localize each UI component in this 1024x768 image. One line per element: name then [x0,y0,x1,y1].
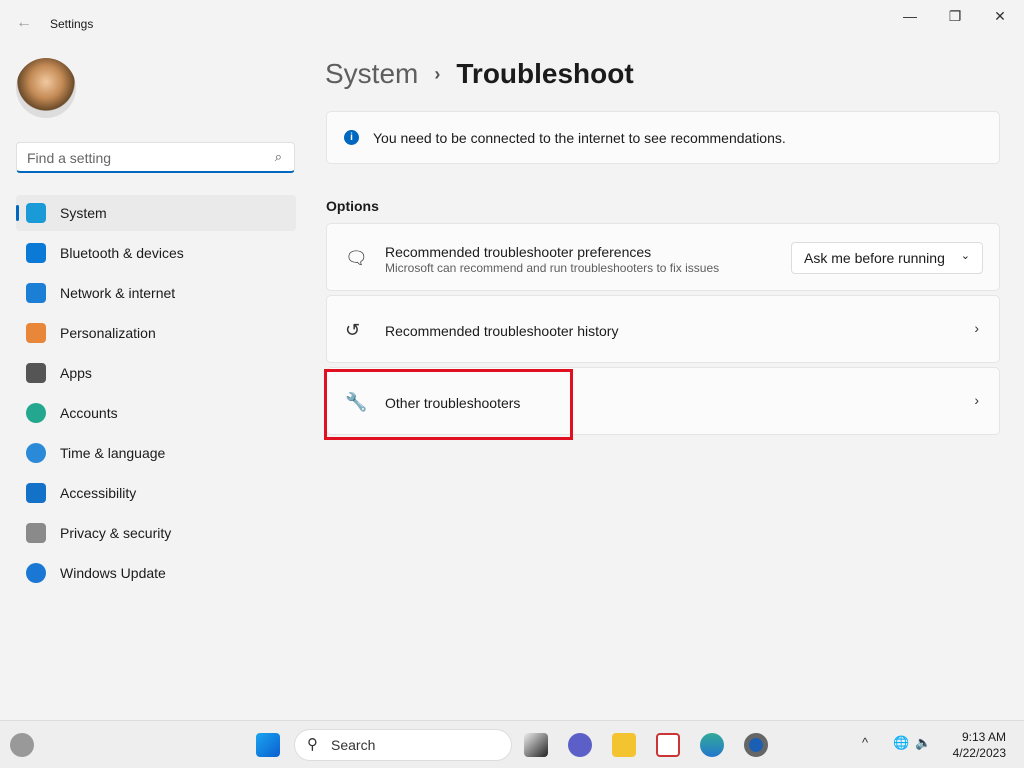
globe-icon[interactable]: 🌐 [893,735,909,751]
sidebar-item-time-language[interactable]: Time & language [16,435,296,471]
search-icon: ⌕ [274,149,282,164]
chevron-right-icon: › [974,320,979,336]
sidebar-item-label: Bluetooth & devices [60,245,184,261]
clock[interactable]: 9:13 AM 4/22/2023 [953,729,1006,761]
system-icon [26,203,46,223]
info-banner: i You need to be connected to the intern… [326,111,1000,164]
maximize-button[interactable]: ❐ [940,8,970,28]
info-icon: i [344,130,359,145]
sidebar-item-privacy-security[interactable]: Privacy & security [16,515,296,551]
chevron-down-icon: ⌄ [960,250,970,262]
row-title: Recommended troubleshooter preferences [385,244,652,260]
sidebar-item-apps[interactable]: Apps [16,355,296,391]
taskbar-search[interactable]: ⚲ Search [294,729,512,761]
chat-app-icon[interactable] [568,733,592,757]
search-placeholder: Find a setting [27,150,112,166]
options-heading: Options [326,198,379,214]
highlight-box [324,369,573,440]
settings-app-icon[interactable] [744,733,768,757]
breadcrumb-system[interactable]: System [325,58,418,90]
snipping-tool-icon[interactable] [656,733,680,757]
preference-dropdown[interactable]: Ask me before running ⌄ [791,242,983,274]
search-input[interactable]: Find a setting ⌕ [16,142,295,173]
troubleshooter-preferences-row: 🗨 Recommended troubleshooter preferences… [326,223,1000,291]
title-bar: ← Settings — ❐ ✕ [0,0,1024,48]
chevron-right-icon: › [434,63,441,84]
page-title: Troubleshoot [456,58,634,89]
paintbrush-icon [26,323,46,343]
weather-icon[interactable] [10,733,34,757]
update-icon [26,563,46,583]
troubleshooter-history-row[interactable]: ↺ Recommended troubleshooter history › [326,295,1000,363]
sidebar-nav: System Bluetooth & devices Network & inter… [16,195,296,595]
speaker-icon[interactable]: 🔈 [915,735,931,751]
minimize-button[interactable]: — [895,8,925,28]
file-explorer-icon[interactable] [612,733,636,757]
task-view-icon[interactable] [524,733,548,757]
time: 9:13 AM [961,730,1006,744]
taskbar-search-label: Search [331,737,376,753]
row-subtitle: Microsoft can recommend and run troubles… [385,261,720,275]
sidebar-item-label: Time & language [60,445,166,461]
history-icon: ↺ [345,320,361,340]
chat-icon: 🗨 [345,248,368,268]
sidebar-item-personalization[interactable]: Personalization [16,315,296,351]
wifi-icon [26,283,46,303]
apps-icon [26,363,46,383]
person-icon [26,403,46,423]
avatar[interactable] [16,58,76,118]
sidebar-item-windows-update[interactable]: Windows Update [16,555,296,591]
breadcrumb: System › Troubleshoot [325,58,634,90]
sidebar-item-label: Windows Update [60,565,166,581]
sidebar-item-bluetooth-devices[interactable]: Bluetooth & devices [16,235,296,271]
sidebar-item-label: Privacy & security [60,525,172,541]
sidebar-item-network-internet[interactable]: Network & internet [16,275,296,311]
info-text: You need to be connected to the internet… [373,130,786,146]
accessibility-icon [26,483,46,503]
sidebar-item-label: Personalization [60,325,156,341]
sidebar-item-accounts[interactable]: Accounts [16,395,296,431]
row-title: Recommended troubleshooter history [385,323,619,339]
app-title: Settings [50,17,94,31]
chevron-up-icon[interactable]: ^ [862,735,868,750]
sidebar-item-label: Network & internet [60,285,176,301]
sidebar-item-label: System [60,205,107,221]
dropdown-value: Ask me before running [804,250,945,266]
taskbar: ⚲ Search ^ 🌐 🔈 9:13 AM 4/22/2023 [0,720,1024,768]
sidebar-item-system[interactable]: System [16,195,296,231]
start-icon[interactable] [256,733,280,757]
sidebar-item-label: Accounts [60,405,118,421]
back-arrow-icon[interactable]: ← [16,14,32,32]
shield-icon [26,523,46,543]
chevron-right-icon: › [974,392,979,408]
date: 4/22/2023 [952,746,1006,760]
sidebar-item-label: Apps [60,365,92,381]
paint-icon[interactable] [700,733,724,757]
sidebar-item-label: Accessibility [60,485,137,501]
globe-clock-icon [26,443,46,463]
search-icon: ⚲ [307,736,318,753]
bluetooth-icon [26,243,46,263]
close-button[interactable]: ✕ [985,8,1015,28]
sidebar-item-accessibility[interactable]: Accessibility [16,475,296,511]
